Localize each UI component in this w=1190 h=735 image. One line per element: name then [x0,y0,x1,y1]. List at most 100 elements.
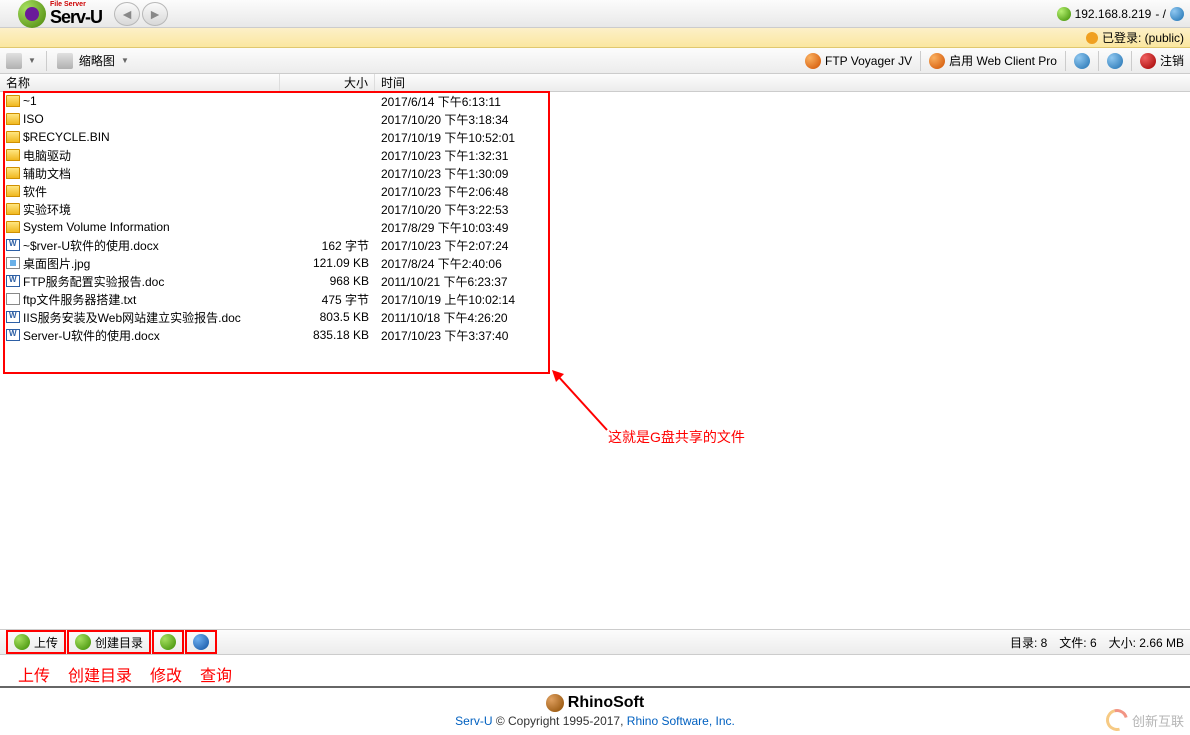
footer-text: Serv-U © Copyright 1995-2017, Rhino Soft… [455,714,735,728]
file-list: ~12017/6/14 下午6:13:11ISO2017/10/20 下午3:1… [0,92,1190,344]
file-time: 2017/10/23 下午3:37:40 [375,327,555,344]
back-button[interactable]: ◄ [114,2,140,26]
annotation-arrow [552,370,612,435]
file-row[interactable]: 辅助文档2017/10/23 下午1:30:09 [0,164,1190,182]
file-row[interactable]: 软件2017/10/23 下午2:06:48 [0,182,1190,200]
file-row[interactable]: 桌面图片.jpg121.09 KB2017/8/24 下午2:40:06 [0,254,1190,272]
list-view-icon[interactable] [6,53,22,69]
file-size: 121.09 KB [280,256,375,270]
file-time: 2017/10/23 下午1:32:31 [375,147,555,164]
login-bar: 已登录: (public) [0,28,1190,48]
file-name: Server-U软件的使用.docx [23,327,160,344]
folder-icon [6,221,20,233]
file-size: 475 字节 [280,291,375,308]
file-size: 835.18 KB [280,328,375,342]
file-size: 803.5 KB [280,310,375,324]
file-name: ~$rver-U软件的使用.docx [23,237,159,254]
upload-button[interactable]: 上传 [8,632,64,653]
upload-button-box: 上传 [6,630,66,654]
file-name: 实验环境 [23,201,71,218]
thumb-view-icon[interactable] [57,53,73,69]
file-name: FTP服务配置实验报告.doc [23,273,164,290]
modify-icon [160,634,176,650]
info-icon[interactable] [1107,53,1123,69]
ip-text: 192.168.8.219 [1075,7,1152,21]
server-ip: 192.168.8.219 - / [1057,7,1184,21]
toolbar: ▼ 缩略图 ▼ FTP Voyager JV 启用 Web Client Pro… [0,48,1190,74]
dropdown-icon[interactable]: ▼ [28,56,36,65]
upload-icon [14,634,30,650]
file-size: 968 KB [280,274,375,288]
file-row[interactable]: ~12017/6/14 下午6:13:11 [0,92,1190,110]
folder-icon [6,185,20,197]
ftp-voyager-icon[interactable] [805,53,821,69]
help-icon[interactable] [1074,53,1090,69]
dropdown-icon[interactable]: ▼ [121,56,129,65]
file-row[interactable]: $RECYCLE.BIN 2017/10/19 下午10:52:01 [0,128,1190,146]
label-modify: 修改 [150,662,182,686]
header: File Server Serv-U ◄ ► 192.168.8.219 - / [0,0,1190,28]
file-row[interactable]: System Volume Information2017/8/29 下午10:… [0,218,1190,236]
file-size: 162 字节 [280,237,375,254]
docx-icon [6,311,20,323]
ftp-voyager-link[interactable]: FTP Voyager JV [825,54,912,68]
bottom-labels: 上传 创建目录 修改 查询 [18,662,232,686]
col-name[interactable]: 名称 [0,74,280,91]
newfolder-button-box: 创建目录 [67,630,151,654]
login-text: 已登录: (public) [1102,29,1184,46]
docx-icon [6,239,20,251]
col-time[interactable]: 时间 [375,74,555,91]
bottom-bar: 上传 创建目录 目录: 8 文件: 6 大小: 2.66 MB [0,629,1190,655]
web-client-icon[interactable] [929,53,945,69]
label-newfolder: 创建目录 [68,662,132,686]
file-name: System Volume Information [23,220,170,234]
info-icon[interactable] [1170,7,1184,21]
file-row[interactable]: IIS服务安装及Web网站建立实验报告.doc803.5 KB2011/10/1… [0,308,1190,326]
label-upload: 上传 [18,662,50,686]
file-row[interactable]: 实验环境 2017/10/20 下午3:22:53 [0,200,1190,218]
servu-logo-icon [18,0,46,28]
web-client-link[interactable]: 启用 Web Client Pro [949,52,1057,69]
jpg-icon [6,257,20,269]
modify-button-box [152,630,184,654]
forward-button[interactable]: ► [142,2,168,26]
nav-buttons: ◄ ► [114,2,168,26]
file-time: 2017/10/19 上午10:02:14 [375,291,555,308]
thumb-label[interactable]: 缩略图 [79,52,115,69]
footer-logo: RhinoSoft [546,694,644,712]
file-time: 2017/10/20 下午3:22:53 [375,201,555,218]
file-time: 2017/10/23 下午2:06:48 [375,183,555,200]
logo: File Server Serv-U [0,0,102,28]
file-row[interactable]: ~$rver-U软件的使用.docx162 字节2017/10/23 下午2:0… [0,236,1190,254]
label-search: 查询 [200,662,232,686]
rhino-link[interactable]: Rhino Software, Inc. [627,714,735,728]
file-name: $RECYCLE.BIN [23,130,110,144]
file-name: 辅助文档 [23,165,71,182]
search-button[interactable] [187,632,215,652]
col-size[interactable]: 大小 [280,74,375,91]
user-icon [1086,32,1098,44]
file-name: IIS服务安装及Web网站建立实验报告.doc [23,309,241,326]
file-name: ftp文件服务器搭建.txt [23,291,136,308]
newfolder-button[interactable]: 创建目录 [69,632,149,653]
file-time: 2017/10/19 下午10:52:01 [375,129,555,146]
status-icon [1057,7,1071,21]
folder-icon [6,167,20,179]
file-time: 2017/6/14 下午6:13:11 [375,93,555,110]
file-row[interactable]: ISO2017/10/20 下午3:18:34 [0,110,1190,128]
file-row[interactable]: FTP服务配置实验报告.doc968 KB2011/10/21 下午6:23:3… [0,272,1190,290]
docx-icon [6,275,20,287]
modify-button[interactable] [154,632,182,652]
watermark-icon [1102,705,1132,735]
logout-icon[interactable] [1140,53,1156,69]
logout-link[interactable]: 注销 [1160,52,1184,69]
file-row[interactable]: ftp文件服务器搭建.txt 475 字节2017/10/19 上午10:02:1… [0,290,1190,308]
file-name: ISO [23,112,44,126]
search-button-box [185,630,217,654]
status-dir: 目录: 8 [1010,634,1047,651]
file-row[interactable]: 电脑驱动2017/10/23 下午1:32:31 [0,146,1190,164]
servu-link[interactable]: Serv-U [455,714,492,728]
docx-icon [6,329,20,341]
file-row[interactable]: Server-U软件的使用.docx 835.18 KB2017/10/23 下午… [0,326,1190,344]
txt-icon [6,293,20,305]
